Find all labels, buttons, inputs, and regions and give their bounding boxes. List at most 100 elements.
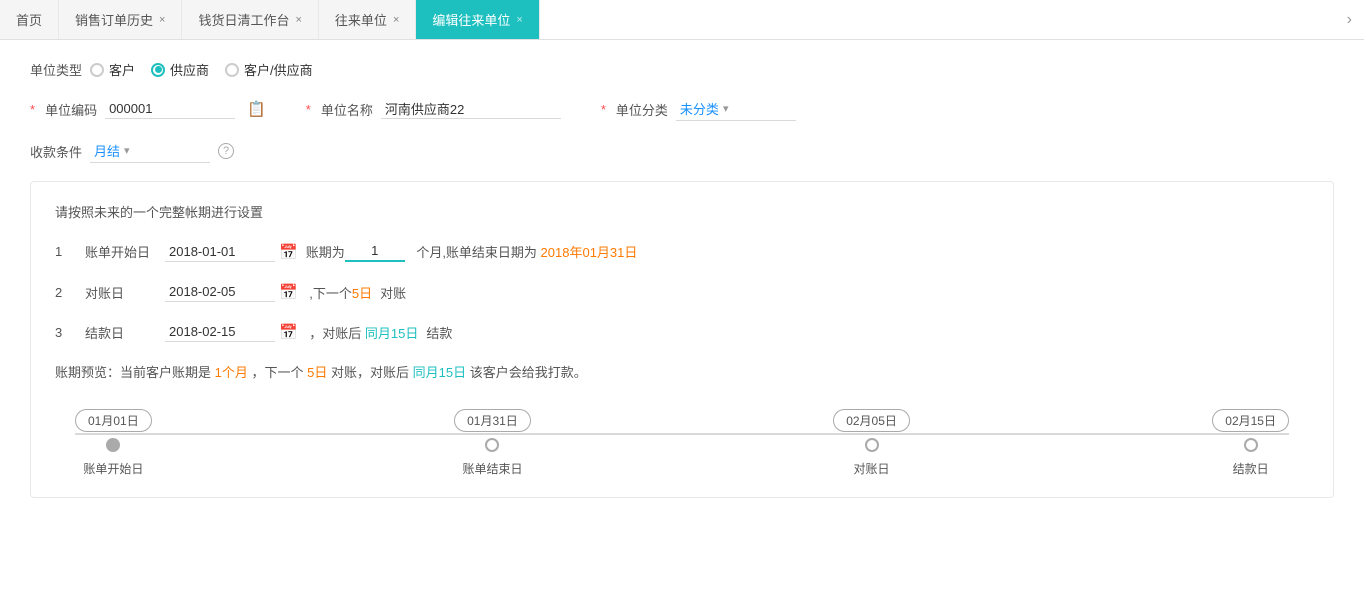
period-row3-highlight: 同月15日 [365,323,418,342]
reconcile-date-input[interactable] [165,282,275,302]
required-star-code: * [30,102,35,117]
tab-sales-order-history[interactable]: 销售订单历史 × [59,0,182,39]
help-icon[interactable]: ? [218,143,234,159]
timeline-dot-4 [1244,438,1258,452]
period-row2-highlight: 5日 [352,283,372,302]
reconcile-date-calendar-icon[interactable]: 📅 [279,283,298,301]
payment-date-calendar-icon[interactable]: 📅 [279,323,298,341]
unit-info-row: * 单位编码 📋 * 单位名称 * 单位分类 未分类 ▾ [30,97,1334,121]
unit-code-calendar-icon[interactable]: 📋 [247,100,266,118]
preview-part2-highlight: 5日 [307,365,327,380]
period-field-label-2: 对账日 [85,283,165,302]
payment-date-input[interactable] [165,322,275,342]
period-settings-box: 请按照未来的一个完整帐期进行设置 1 账单开始日 📅 账期为 个月,账单结束日期… [30,181,1334,498]
unit-category-value: 未分类 [680,99,719,118]
payment-terms-group: 收款条件 月结 ▾ ? [30,139,234,163]
preview-part4: 该客户会给我打款。 [470,365,587,380]
timeline-date-2: 01月31日 [454,409,531,432]
period-num-1: 1 [55,244,85,259]
radio-supplier-circle [151,63,165,77]
unit-code-group: * 单位编码 📋 [30,99,266,119]
tab-partner-units-label: 往来单位 [335,10,387,29]
radio-customer-label: 客户 [109,60,135,79]
tab-edit-partner-label: 编辑往来单位 [432,10,510,29]
timeline-label-3: 对账日 [854,460,890,477]
preview-section: 账期预览：当前客户账期是 1个月 ，下一个 5日 对账，对账后 同月15日 该客… [55,362,1309,477]
timeline-point-3: 02月05日 对账日 [833,409,910,477]
required-star-category: * [601,102,606,117]
timeline-dot-2 [485,438,499,452]
period-row3-desc-prefix: ，对账后 [306,323,365,342]
radio-both-circle [225,63,239,77]
period-row1-desc-suffix: 个月,账单结束日期为 [413,242,541,261]
tabs-bar: 首页 销售订单历史 × 钱货日清工作台 × 往来单位 × 编辑往来单位 × › [0,0,1364,40]
months-input[interactable] [345,241,405,262]
radio-group-unit-type: 客户 供应商 客户/供应商 [90,60,313,79]
period-row2-desc-suffix: 对账 [380,283,406,302]
radio-customer[interactable]: 客户 [90,60,135,79]
chevron-down-icon: ▾ [723,102,729,115]
period-row-2: 2 对账日 📅 ,下一个 5日 对账 [55,282,1309,302]
period-row1-highlight: 2018年01月31日 [541,242,638,261]
period-title: 请按照未来的一个完整帐期进行设置 [55,202,1309,221]
period-row-1: 1 账单开始日 📅 账期为 个月,账单结束日期为 2018年01月31日 [55,241,1309,262]
radio-supplier-label: 供应商 [170,60,209,79]
period-row3-desc-suffix: 结款 [426,323,452,342]
timeline-date-3: 02月05日 [833,409,910,432]
timeline-label-1: 账单开始日 [83,460,143,477]
required-star-name: * [306,102,311,117]
tab-partner-units[interactable]: 往来单位 × [319,0,416,39]
period-row-3: 3 结款日 📅 ，对账后 同月15日 结款 [55,322,1309,342]
preview-part3-highlight: 同月15日 [413,365,466,380]
timeline-label-4: 结款日 [1233,460,1269,477]
period-field-label-3: 结款日 [85,323,165,342]
timeline-line [75,433,1289,435]
payment-terms-select[interactable]: 月结 ▾ [90,139,210,163]
unit-type-row: 单位类型 客户 供应商 客户/供应商 [30,60,1334,79]
start-date-calendar-icon[interactable]: 📅 [279,243,298,261]
payment-terms-label: 收款条件 [30,142,82,161]
timeline-date-4: 02月15日 [1212,409,1289,432]
unit-name-label: 单位名称 [321,100,373,119]
timeline-point-4: 02月15日 结款日 [1212,409,1289,477]
tab-scroll-arrow[interactable]: › [1335,11,1364,29]
radio-customer-circle [90,63,104,77]
unit-category-group: * 单位分类 未分类 ▾ [601,97,796,121]
unit-name-input[interactable] [381,99,561,119]
close-icon[interactable]: × [393,14,399,26]
preview-prefix: 账期预览：当前客户账期是 [55,365,211,380]
close-icon[interactable]: × [159,14,165,26]
timeline-points: 01月01日 账单开始日 01月31日 账单结束日 [75,409,1289,477]
timeline-label-2: 账单结束日 [462,460,522,477]
timeline-dot-3 [865,438,879,452]
start-date-input[interactable] [165,242,275,262]
close-icon[interactable]: × [516,14,522,26]
preview-part3: 对账，对账后 [331,365,409,380]
chevron-down-icon-payment: ▾ [124,144,130,157]
unit-type-group: 单位类型 客户 供应商 客户/供应商 [30,60,313,79]
unit-category-label: 单位分类 [616,100,668,119]
tab-cash-work-label: 钱货日清工作台 [198,10,289,29]
timeline-point-1: 01月01日 账单开始日 [75,409,152,477]
unit-name-group: * 单位名称 [306,99,561,119]
period-num-3: 3 [55,325,85,340]
preview-part1-highlight: 1个月 [215,365,248,380]
timeline-dot-1 [106,438,120,452]
radio-supplier[interactable]: 供应商 [151,60,209,79]
unit-type-label: 单位类型 [30,60,82,79]
period-field-label-1: 账单开始日 [85,242,165,261]
timeline-date-1: 01月01日 [75,409,152,432]
period-num-2: 2 [55,285,85,300]
payment-terms-row: 收款条件 月结 ▾ ? [30,139,1334,163]
radio-both[interactable]: 客户/供应商 [225,60,313,79]
tab-home-label: 首页 [16,10,42,29]
period-row2-desc-prefix: ,下一个 [306,283,352,302]
unit-code-label: 单位编码 [45,100,97,119]
close-icon[interactable]: × [295,14,301,26]
unit-code-input[interactable] [105,99,235,119]
payment-terms-value: 月结 [94,141,120,160]
tab-cash-work[interactable]: 钱货日清工作台 × [182,0,318,39]
unit-category-select[interactable]: 未分类 ▾ [676,97,796,121]
tab-edit-partner[interactable]: 编辑往来单位 × [416,0,539,39]
tab-home[interactable]: 首页 [0,0,59,39]
